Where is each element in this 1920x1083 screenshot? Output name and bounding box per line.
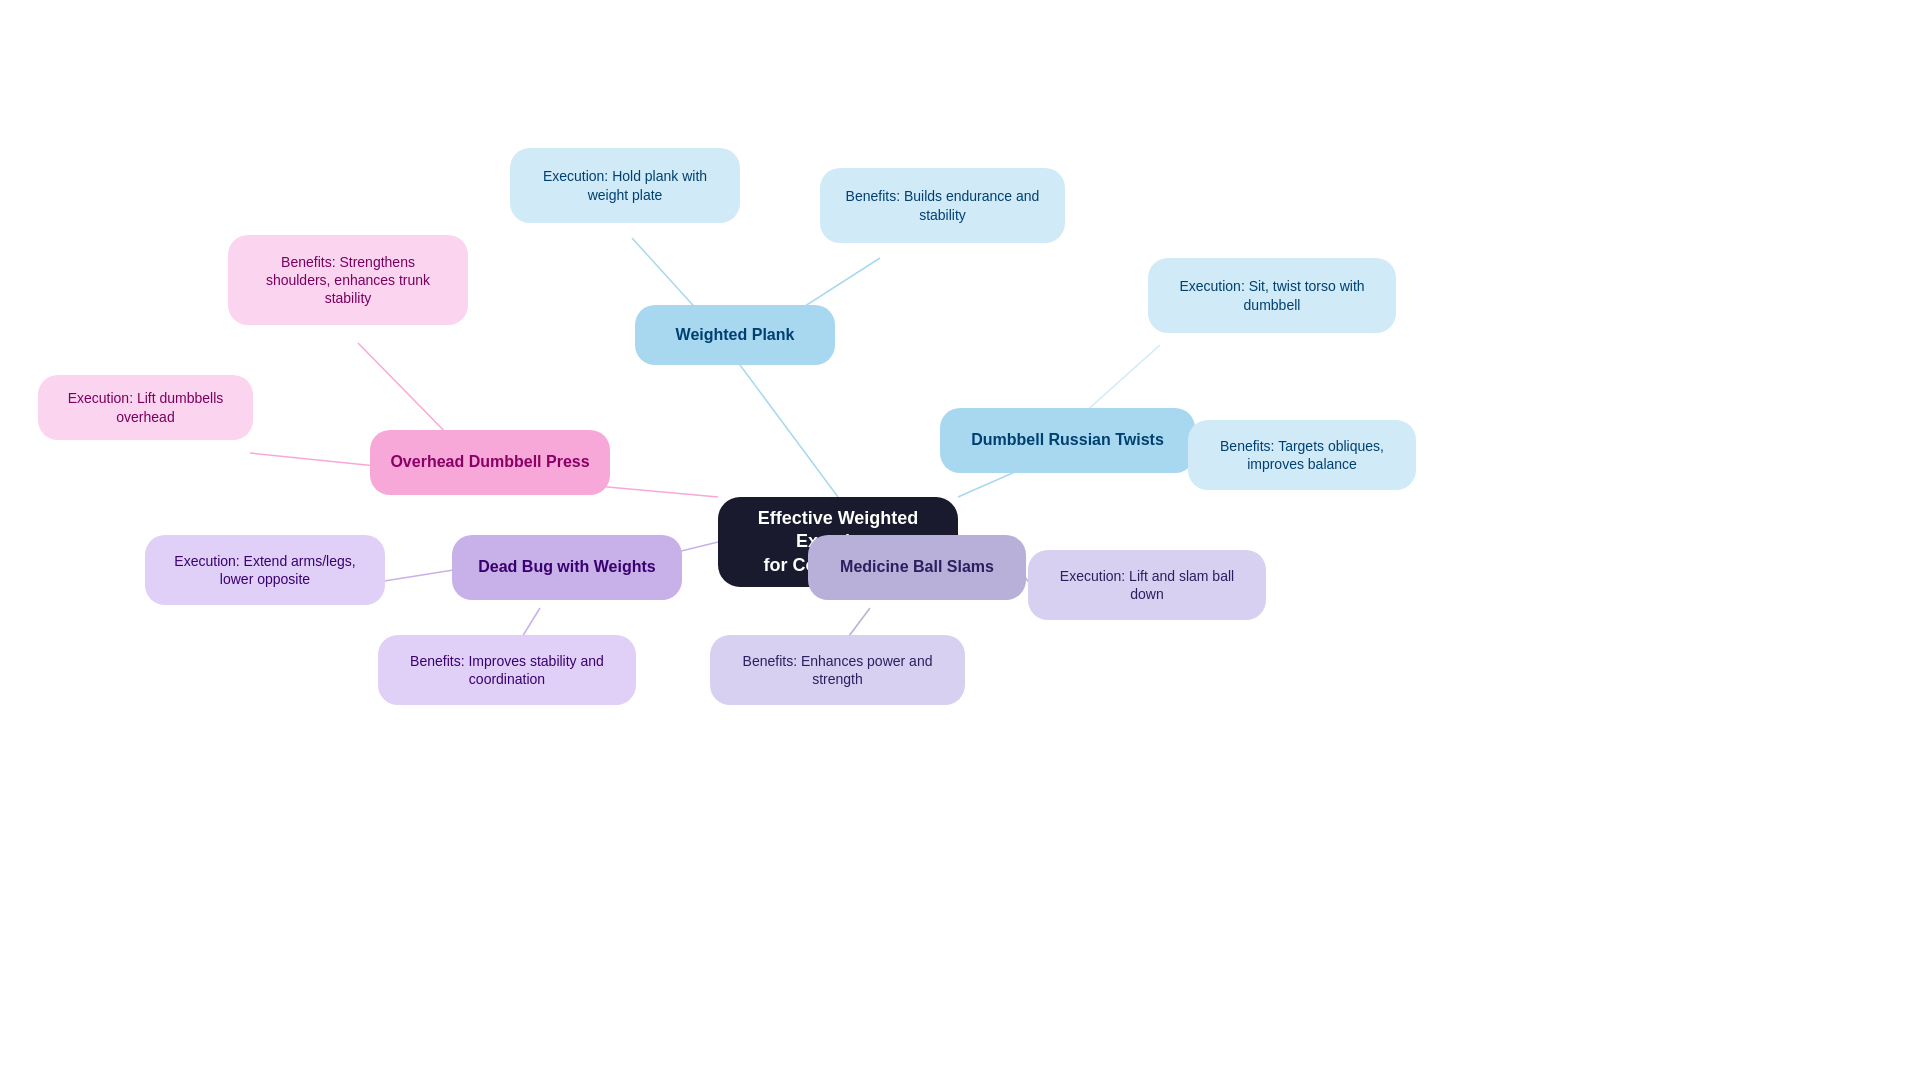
medicine-ball-exec-node: Execution: Lift and slam ball down [1028,550,1266,620]
overhead-press-ben-node: Benefits: Strengthens shoulders, enhance… [228,235,468,325]
medicine-ball-node[interactable]: Medicine Ball Slams [808,535,1026,600]
overhead-press-label: Overhead Dumbbell Press [390,452,589,473]
overhead-press-node[interactable]: Overhead Dumbbell Press [370,430,610,495]
medicine-ball-label: Medicine Ball Slams [840,557,994,578]
weighted-plank-exec-label: Execution: Hold plank with weight plate [543,167,707,203]
dead-bug-ben-label: Benefits: Improves stability and coordin… [410,652,604,688]
overhead-press-exec-label: Execution: Lift dumbbells overhead [68,389,224,425]
dead-bug-node[interactable]: Dead Bug with Weights [452,535,682,600]
dumbbell-russian-exec-label: Execution: Sit, twist torso with dumbbel… [1179,277,1364,313]
weighted-plank-ben-label: Benefits: Builds endurance and stability [846,187,1040,223]
weighted-plank-exec-node: Execution: Hold plank with weight plate [510,148,740,223]
medicine-ball-ben-label: Benefits: Enhances power and strength [743,652,933,688]
dumbbell-russian-node[interactable]: Dumbbell Russian Twists [940,408,1195,473]
dead-bug-exec-label: Execution: Extend arms/legs, lower oppos… [174,552,355,588]
dead-bug-ben-node: Benefits: Improves stability and coordin… [378,635,636,705]
weighted-plank-label: Weighted Plank [676,325,795,346]
dumbbell-russian-exec-node: Execution: Sit, twist torso with dumbbel… [1148,258,1396,333]
dead-bug-exec-node: Execution: Extend arms/legs, lower oppos… [145,535,385,605]
weighted-plank-ben-node: Benefits: Builds endurance and stability [820,168,1065,243]
dumbbell-russian-ben-node: Benefits: Targets obliques, improves bal… [1188,420,1416,490]
dumbbell-russian-ben-label: Benefits: Targets obliques, improves bal… [1220,437,1384,473]
svg-line-5 [250,453,386,467]
overhead-press-ben-label: Benefits: Strengthens shoulders, enhance… [266,253,430,308]
dead-bug-label: Dead Bug with Weights [478,557,655,578]
weighted-plank-node[interactable]: Weighted Plank [635,305,835,365]
overhead-press-exec-node: Execution: Lift dumbbells overhead [38,375,253,440]
dumbbell-russian-label: Dumbbell Russian Twists [971,430,1164,451]
svg-line-0 [740,365,838,497]
medicine-ball-ben-node: Benefits: Enhances power and strength [710,635,965,705]
medicine-ball-exec-label: Execution: Lift and slam ball down [1060,567,1234,603]
